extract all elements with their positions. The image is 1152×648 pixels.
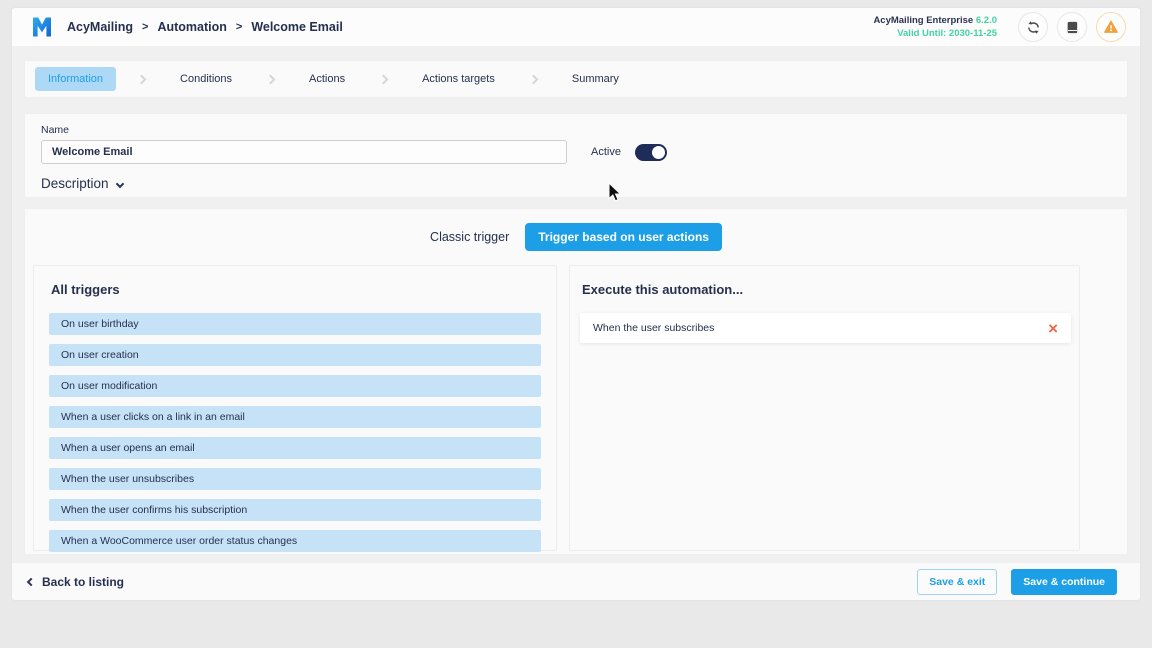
toggle-knob [651,145,665,159]
execute-automation-panel: Execute this automation... When the user… [569,265,1080,551]
chevron-right-icon [136,74,147,84]
warning-icon [1104,20,1118,33]
trigger-panels: All triggers On user birthday On user cr… [33,265,1080,552]
tab-actions-targets[interactable]: Actions targets [409,67,508,91]
trigger-mode-switch: Classic trigger Trigger based on user ac… [25,222,1127,251]
tab-summary[interactable]: Summary [559,67,632,91]
breadcrumb-automation[interactable]: Automation [157,20,226,34]
steps-bar: Information Conditions Actions Actions t… [24,60,1128,98]
back-to-listing-label: Back to listing [42,574,125,589]
user-actions-trigger-button[interactable]: Trigger based on user actions [525,222,722,251]
chevron-right-icon: > [235,21,243,33]
trigger-item[interactable]: When the user confirms his subscription [49,499,541,521]
chevron-right-icon [265,74,276,84]
save-exit-button[interactable]: Save & exit [917,568,998,595]
close-icon[interactable]: × [1048,320,1058,337]
license-valid-until: Valid Until: 2030-11-25 [897,28,997,39]
trigger-item[interactable]: On user birthday [49,313,541,335]
tab-conditions[interactable]: Conditions [167,67,245,91]
chevron-left-icon [26,577,36,586]
selected-trigger-card: When the user subscribes × [580,313,1071,343]
license-version: 6.2.0 [975,15,997,26]
description-expander[interactable]: Description [41,176,124,191]
refresh-button[interactable] [1018,12,1048,42]
breadcrumb-current-page: Welcome Email [251,20,343,34]
breadcrumb: AcyMailing > Automation > Welcome Email [67,20,343,34]
breadcrumb-acymailing[interactable]: AcyMailing [67,20,133,34]
footer-bar: Back to listing Save & exit Save & conti… [12,563,1140,600]
classic-trigger-button[interactable]: Classic trigger [430,230,509,244]
all-triggers-title: All triggers [51,282,120,297]
trigger-item[interactable]: When a WooCommerce user order status cha… [49,530,541,552]
description-label: Description [41,176,109,191]
trigger-section: Classic trigger Trigger based on user ac… [24,208,1128,555]
name-row: Active [41,140,1111,164]
license-info: AcyMailing Enterprise 6.2.0 Valid Until:… [873,14,997,40]
book-icon [1067,21,1077,33]
active-toggle[interactable] [634,143,667,161]
all-triggers-panel: All triggers On user birthday On user cr… [33,265,557,552]
active-label: Active [591,146,621,158]
documentation-button[interactable] [1057,12,1087,42]
trigger-item[interactable]: When a user opens an email [49,437,541,459]
top-header: AcyMailing > Automation > Welcome Email … [12,8,1140,46]
back-to-listing-link[interactable]: Back to listing [26,574,125,589]
tab-actions[interactable]: Actions [296,67,358,91]
execute-automation-title: Execute this automation... [582,282,744,297]
automation-info-card: Name Active Description [24,113,1128,198]
warning-button[interactable] [1096,12,1126,42]
selected-trigger-label: When the user subscribes [593,322,715,334]
trigger-item[interactable]: On user modification [49,375,541,397]
license-product: AcyMailing Enterprise [873,15,974,26]
trigger-item[interactable]: When a user clicks on a link in an email [49,406,541,428]
name-label: Name [41,124,70,136]
save-continue-button[interactable]: Save & continue [1011,568,1117,595]
trigger-item[interactable]: When the user unsubscribes [49,468,541,490]
name-input[interactable] [41,140,567,164]
chevron-down-icon [115,179,124,188]
chevron-right-icon [378,74,389,84]
chevron-right-icon: > [142,21,149,33]
refresh-icon [1027,20,1039,34]
chevron-right-icon [528,74,539,84]
acymailing-logo [30,15,54,39]
trigger-item[interactable]: On user creation [49,344,541,366]
tab-information[interactable]: Information [35,67,117,91]
app-window: AcyMailing > Automation > Welcome Email … [12,8,1140,600]
